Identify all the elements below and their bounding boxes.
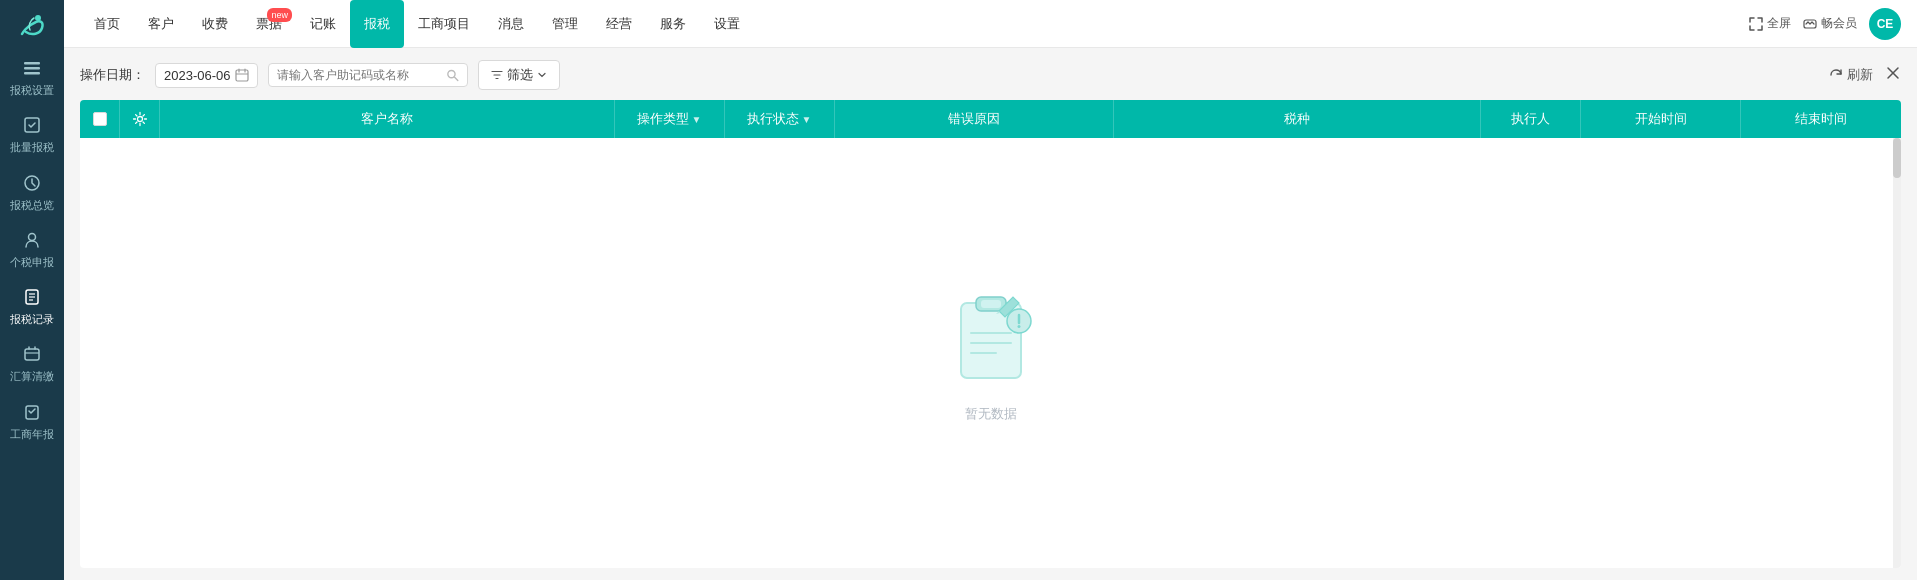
select-all-checkbox[interactable]	[93, 112, 107, 126]
search-box	[268, 63, 468, 87]
nav-shoufei[interactable]: 收费	[188, 0, 242, 48]
topnav-right: 全屏 畅会员 CE	[1749, 8, 1901, 40]
nav-customer[interactable]: 客户	[134, 0, 188, 48]
svg-rect-26	[981, 300, 1001, 308]
svg-rect-11	[25, 349, 39, 360]
date-label: 操作日期：	[80, 66, 145, 84]
sidebar-item-label: 汇算清缴	[10, 369, 54, 383]
scrollbar-thumb[interactable]	[1893, 138, 1901, 178]
vip-icon	[1803, 17, 1817, 31]
svg-point-6	[29, 233, 36, 240]
nav-gongshang[interactable]: 工商项目	[404, 0, 484, 48]
search-icon	[446, 68, 459, 82]
nav-fuwu[interactable]: 服务	[646, 0, 700, 48]
sidebar-item-baojijilu[interactable]: 报税记录	[0, 277, 64, 334]
nav-baoshui[interactable]: 报税	[350, 0, 404, 48]
content-area: 操作日期： 2023-06-06	[64, 48, 1917, 580]
chevron-down-icon	[537, 70, 547, 80]
table-body: 暂无数据	[80, 138, 1901, 568]
sidebar-item-label: 报税设置	[10, 83, 54, 97]
svg-point-23	[137, 117, 142, 122]
vip-button[interactable]: 畅会员	[1803, 15, 1857, 32]
gear-icon	[132, 111, 148, 127]
sidebar-item-baojizonglan[interactable]: 报税总览	[0, 163, 64, 220]
empty-text: 暂无数据	[965, 405, 1017, 423]
settings-icon	[20, 56, 44, 80]
sidebar-item-huisuanqingjiao[interactable]: 汇算清缴	[0, 334, 64, 391]
sidebar-item-gongshangnianb[interactable]: 工商年报	[0, 392, 64, 449]
filter-icon	[491, 69, 503, 81]
th-gear[interactable]	[120, 100, 160, 138]
svg-rect-3	[24, 72, 40, 75]
svg-rect-15	[236, 70, 248, 81]
avatar[interactable]: CE	[1869, 8, 1901, 40]
sidebar-item-label: 工商年报	[10, 427, 54, 441]
nav-jingying[interactable]: 经营	[592, 0, 646, 48]
filter-button[interactable]: 筛选	[478, 60, 560, 90]
overview-icon	[20, 171, 44, 195]
toolbar: 操作日期： 2023-06-06	[80, 60, 1901, 90]
fullscreen-button[interactable]: 全屏	[1749, 15, 1791, 32]
table-scrollbar[interactable]	[1893, 138, 1901, 568]
th-end-time: 结束时间	[1741, 100, 1901, 138]
piaoju-badge: new	[267, 8, 292, 23]
sidebar-item-label: 报税总览	[10, 198, 54, 212]
empty-illustration	[941, 283, 1041, 393]
refresh-button[interactable]: 刷新	[1829, 66, 1873, 84]
topnav: 首页 客户 收费 票据 new 记账 报税 工商项目 消息 管理 经营	[64, 0, 1917, 48]
svg-rect-1	[24, 62, 40, 65]
th-tax-type: 税种	[1114, 100, 1481, 138]
refresh-icon	[1829, 68, 1843, 82]
date-value: 2023-06-06	[164, 68, 231, 83]
date-picker[interactable]: 2023-06-06	[155, 63, 258, 88]
main-area: 首页 客户 收费 票据 new 记账 报税 工商项目 消息 管理 经营	[64, 0, 1917, 580]
nav-jizhang[interactable]: 记账	[296, 0, 350, 48]
sidebar-item-piliangshuiwu[interactable]: 批量报税	[0, 105, 64, 162]
toolbar-right: 刷新	[1829, 65, 1901, 85]
close-button[interactable]	[1885, 65, 1901, 85]
nav-xiaoxi[interactable]: 消息	[484, 0, 538, 48]
settle-icon	[20, 342, 44, 366]
nav-piaoju[interactable]: 票据 new	[242, 0, 296, 48]
record-icon	[20, 285, 44, 309]
sidebar-item-baoshuishezhi[interactable]: 报税设置	[0, 48, 64, 105]
sidebar: 报税设置 批量报税 报税总览 个税申报	[0, 0, 64, 580]
fullscreen-icon	[1749, 17, 1763, 31]
sidebar-logo[interactable]	[0, 0, 64, 48]
sort-icon: ▼	[692, 114, 702, 125]
sidebar-item-label: 个税申报	[10, 255, 54, 269]
person-tax-icon	[20, 228, 44, 252]
sidebar-item-label: 报税记录	[10, 312, 54, 326]
svg-line-20	[454, 77, 457, 80]
th-exec-status[interactable]: 执行状态 ▼	[725, 100, 835, 138]
nav-homepage[interactable]: 首页	[80, 0, 134, 48]
th-start-time: 开始时间	[1581, 100, 1741, 138]
table-container: 客户名称 操作类型 ▼ 执行状态 ▼ 错误原因 税种 执行人	[80, 100, 1901, 568]
close-icon	[1885, 65, 1901, 81]
nav-guanli[interactable]: 管理	[538, 0, 592, 48]
empty-state: 暂无数据	[941, 283, 1041, 423]
sort-icon: ▼	[802, 114, 812, 125]
th-op-type[interactable]: 操作类型 ▼	[615, 100, 725, 138]
svg-point-0	[35, 15, 41, 21]
sidebar-item-geshuishenbao[interactable]: 个税申报	[0, 220, 64, 277]
th-client-name: 客户名称	[160, 100, 615, 138]
svg-point-32	[1017, 325, 1020, 328]
batch-icon	[20, 113, 44, 137]
svg-point-19	[448, 70, 455, 77]
search-input[interactable]	[277, 68, 442, 82]
nav-shezhi[interactable]: 设置	[700, 0, 754, 48]
th-check[interactable]	[80, 100, 120, 138]
table-header: 客户名称 操作类型 ▼ 执行状态 ▼ 错误原因 税种 执行人	[80, 100, 1901, 138]
svg-rect-2	[24, 67, 40, 70]
sidebar-item-label: 批量报税	[10, 140, 54, 154]
th-error-reason: 错误原因	[835, 100, 1115, 138]
calendar-icon	[235, 68, 249, 82]
annual-icon	[20, 400, 44, 424]
th-executor: 执行人	[1481, 100, 1581, 138]
